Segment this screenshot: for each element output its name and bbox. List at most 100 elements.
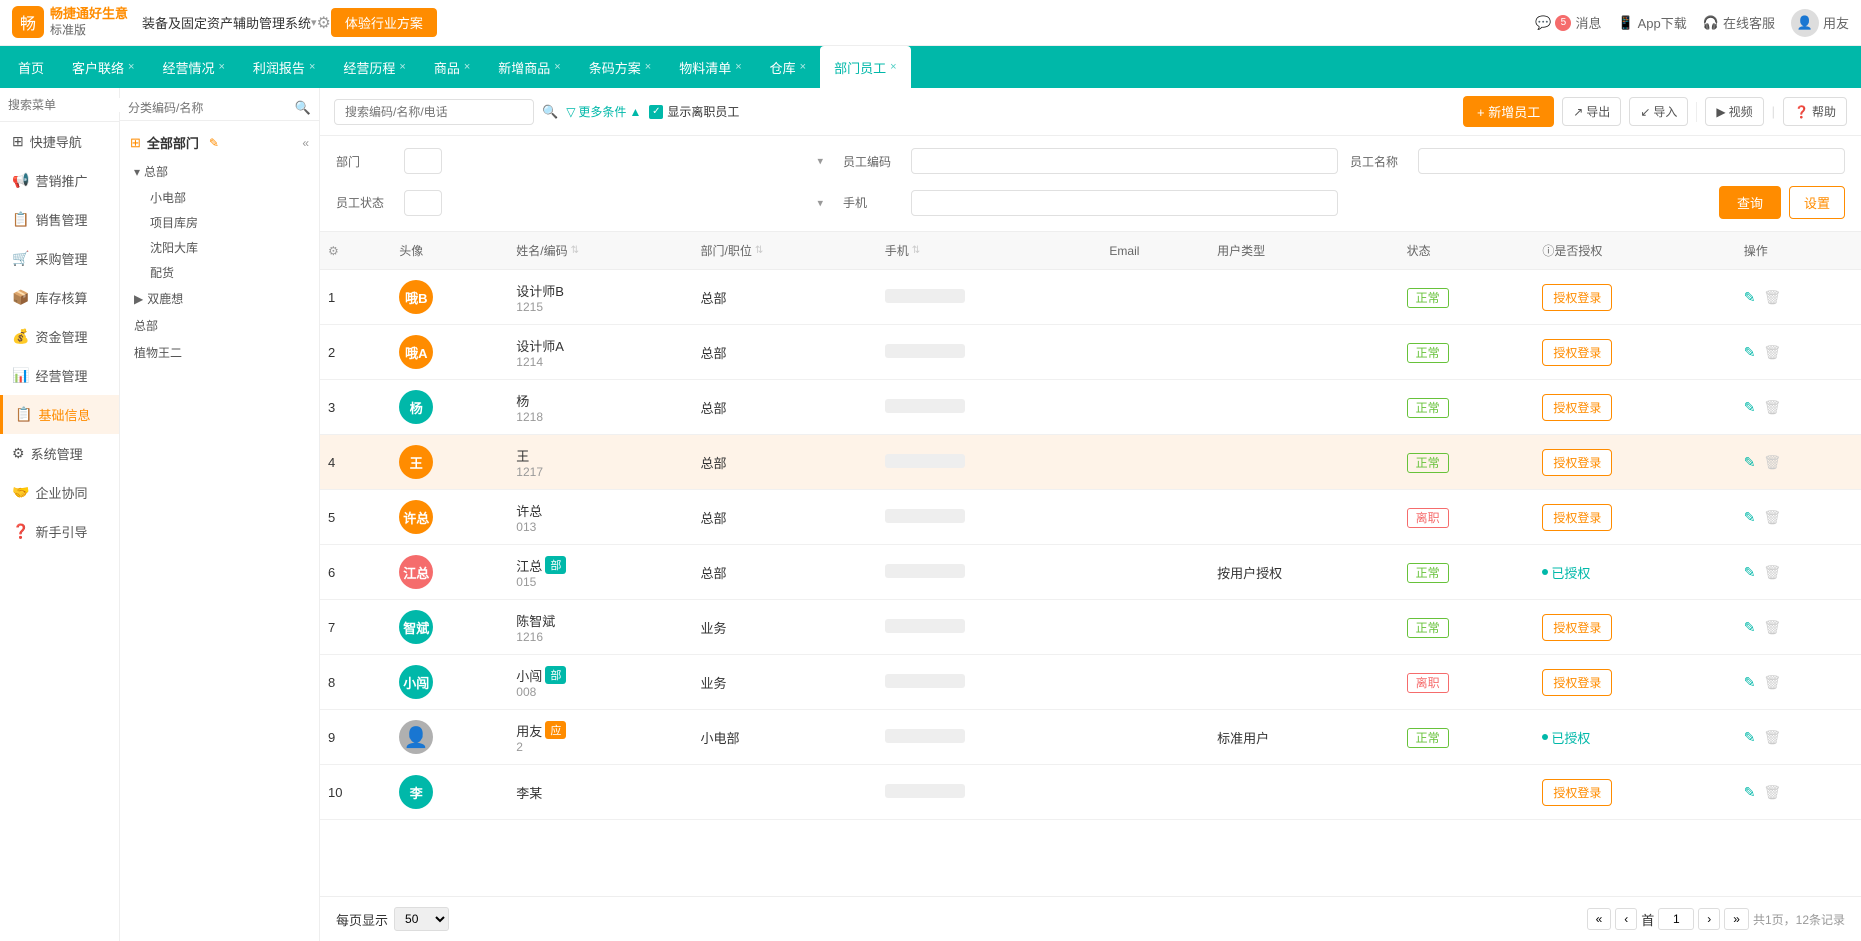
- app-download-btn[interactable]: 📱 App下载: [1617, 13, 1686, 32]
- close-tab-barcode[interactable]: ×: [645, 61, 651, 73]
- per-page-select[interactable]: 50 100: [394, 907, 449, 931]
- next-page-btn[interactable]: ›: [1698, 908, 1720, 930]
- tab-barcode[interactable]: 条码方案 ×: [575, 46, 665, 88]
- close-tab-profit[interactable]: ×: [309, 61, 315, 73]
- tab-journey[interactable]: 经营历程 ×: [329, 46, 419, 88]
- sort-dept[interactable]: 部门/职位 ⇅: [701, 242, 869, 259]
- emp-code-input[interactable]: [911, 148, 1338, 174]
- edit-icon[interactable]: ✎: [1744, 564, 1756, 581]
- dept-node-zongbu2[interactable]: 总部: [126, 312, 313, 339]
- tab-warehouse[interactable]: 仓库 ×: [756, 46, 820, 88]
- edit-icon[interactable]: ✎: [1744, 509, 1756, 526]
- dept-search-input[interactable]: [128, 101, 295, 115]
- dept-edit-icon[interactable]: ✎: [209, 136, 219, 150]
- delete-icon[interactable]: 🗑: [1763, 674, 1781, 691]
- sidebar-item-basic-info[interactable]: 📋 基础信息: [0, 395, 119, 434]
- show-resigned-toggle[interactable]: ✓ 显示离职员工: [649, 103, 739, 120]
- edit-icon[interactable]: ✎: [1744, 289, 1756, 306]
- close-tab-bom[interactable]: ×: [735, 61, 741, 73]
- dept-node-xiaodianbu[interactable]: 小电部: [142, 185, 313, 210]
- delete-icon[interactable]: 🗑: [1763, 619, 1781, 636]
- tab-home[interactable]: 首页: [4, 46, 58, 88]
- auth-login-btn[interactable]: 授权登录: [1542, 339, 1612, 366]
- delete-icon[interactable]: 🗑: [1763, 564, 1781, 581]
- auth-login-btn[interactable]: 授权登录: [1542, 614, 1612, 641]
- close-tab-employees[interactable]: ×: [890, 61, 896, 73]
- page-number-input[interactable]: [1658, 908, 1694, 930]
- trial-button[interactable]: 体验行业方案: [331, 8, 437, 37]
- search-input[interactable]: [334, 99, 534, 125]
- sort-phone[interactable]: 手机 ⇅: [885, 242, 1094, 259]
- auth-login-btn[interactable]: 授权登录: [1542, 394, 1612, 421]
- close-tab-journey[interactable]: ×: [399, 61, 405, 73]
- sidebar-item-operation[interactable]: 📊 经营管理: [0, 356, 119, 395]
- message-btn[interactable]: 💬 5 消息: [1535, 13, 1601, 32]
- auth-login-btn[interactable]: 授权登录: [1542, 669, 1612, 696]
- help-button[interactable]: ❓ 帮助: [1783, 97, 1847, 126]
- sidebar-item-finance[interactable]: 💰 资金管理: [0, 317, 119, 356]
- prev-page-btn[interactable]: ‹: [1615, 908, 1637, 930]
- tab-customer[interactable]: 客户联络 ×: [58, 46, 148, 88]
- close-tab-add-goods[interactable]: ×: [554, 61, 560, 73]
- edit-icon[interactable]: ✎: [1744, 454, 1756, 471]
- delete-icon[interactable]: 🗑: [1763, 289, 1781, 306]
- close-tab-goods[interactable]: ×: [464, 61, 470, 73]
- sort-name[interactable]: 姓名/编码 ⇅: [516, 242, 684, 259]
- dept-node-shenyang[interactable]: 沈阳大库: [142, 235, 313, 260]
- tab-employees[interactable]: 部门员工 ×: [820, 46, 910, 88]
- gear-icon[interactable]: ⚙: [317, 13, 331, 33]
- sidebar-item-marketing[interactable]: 📢 营销推广: [0, 161, 119, 200]
- online-service-btn[interactable]: 🎧 在线客服: [1703, 13, 1775, 32]
- dept-node-peihuo[interactable]: 配货: [142, 260, 313, 285]
- add-employee-button[interactable]: + 新增员工: [1463, 96, 1554, 127]
- close-tab-warehouse[interactable]: ×: [800, 61, 806, 73]
- sidebar-item-system[interactable]: ⚙ 系统管理: [0, 434, 119, 473]
- delete-icon[interactable]: 🗑: [1763, 784, 1781, 801]
- edit-icon[interactable]: ✎: [1744, 729, 1756, 746]
- delete-icon[interactable]: 🗑: [1763, 344, 1781, 361]
- tab-profit[interactable]: 利润报告 ×: [239, 46, 329, 88]
- query-button[interactable]: 查询: [1719, 186, 1781, 219]
- close-tab-customer[interactable]: ×: [128, 61, 134, 73]
- phone-input[interactable]: [911, 190, 1338, 216]
- sidebar-item-purchase[interactable]: 🛒 采购管理: [0, 239, 119, 278]
- dept-node-zhiwu[interactable]: 植物王二: [126, 339, 313, 366]
- dept-node-xiangmuku[interactable]: 项目库房: [142, 210, 313, 235]
- import-button[interactable]: ↙ 导入: [1629, 97, 1688, 126]
- auth-login-btn[interactable]: 授权登录: [1542, 504, 1612, 531]
- sidebar-item-quick-nav[interactable]: ⊞ 快捷导航: [0, 122, 119, 161]
- emp-name-input[interactable]: [1418, 148, 1845, 174]
- delete-icon[interactable]: 🗑: [1763, 399, 1781, 416]
- search-btn[interactable]: 🔍: [542, 104, 558, 120]
- edit-icon[interactable]: ✎: [1744, 674, 1756, 691]
- export-button[interactable]: ↗ 导出: [1562, 97, 1621, 126]
- more-filter-btn[interactable]: ▽ 更多条件 ▲: [566, 103, 641, 120]
- sidebar-item-sales[interactable]: 📋 销售管理: [0, 200, 119, 239]
- tab-goods[interactable]: 商品 ×: [420, 46, 484, 88]
- user-menu[interactable]: 👤 用友: [1791, 9, 1849, 37]
- collapse-dept-btn[interactable]: «: [302, 136, 309, 150]
- delete-icon[interactable]: 🗑: [1763, 509, 1781, 526]
- dept-select[interactable]: [404, 148, 442, 174]
- edit-icon[interactable]: ✎: [1744, 344, 1756, 361]
- reset-button[interactable]: 设置: [1789, 186, 1845, 219]
- edit-icon[interactable]: ✎: [1744, 784, 1756, 801]
- auth-login-btn[interactable]: 授权登录: [1542, 779, 1612, 806]
- edit-icon[interactable]: ✎: [1744, 619, 1756, 636]
- first-page-btn[interactable]: «: [1587, 908, 1612, 930]
- dept-all-header[interactable]: ⊞ 全部部门 ✎ «: [120, 127, 319, 158]
- dept-node-zongbu-root[interactable]: ▾ 总部: [126, 158, 313, 185]
- auth-login-btn[interactable]: 授权登录: [1542, 449, 1612, 476]
- tab-business[interactable]: 经营情况 ×: [148, 46, 238, 88]
- sidebar-item-collab[interactable]: 🤝 企业协同: [0, 473, 119, 512]
- tab-add-goods[interactable]: 新增商品 ×: [484, 46, 574, 88]
- auth-login-btn[interactable]: 授权登录: [1542, 284, 1612, 311]
- emp-status-select[interactable]: [404, 190, 442, 216]
- delete-icon[interactable]: 🗑: [1763, 729, 1781, 746]
- table-gear-icon[interactable]: ⚙: [328, 244, 339, 258]
- sidebar-item-guide[interactable]: ❓ 新手引导: [0, 512, 119, 551]
- close-tab-business[interactable]: ×: [218, 61, 224, 73]
- last-page-btn[interactable]: »: [1724, 908, 1749, 930]
- delete-icon[interactable]: 🗑: [1763, 454, 1781, 471]
- video-button[interactable]: ▶ 视频: [1705, 97, 1763, 126]
